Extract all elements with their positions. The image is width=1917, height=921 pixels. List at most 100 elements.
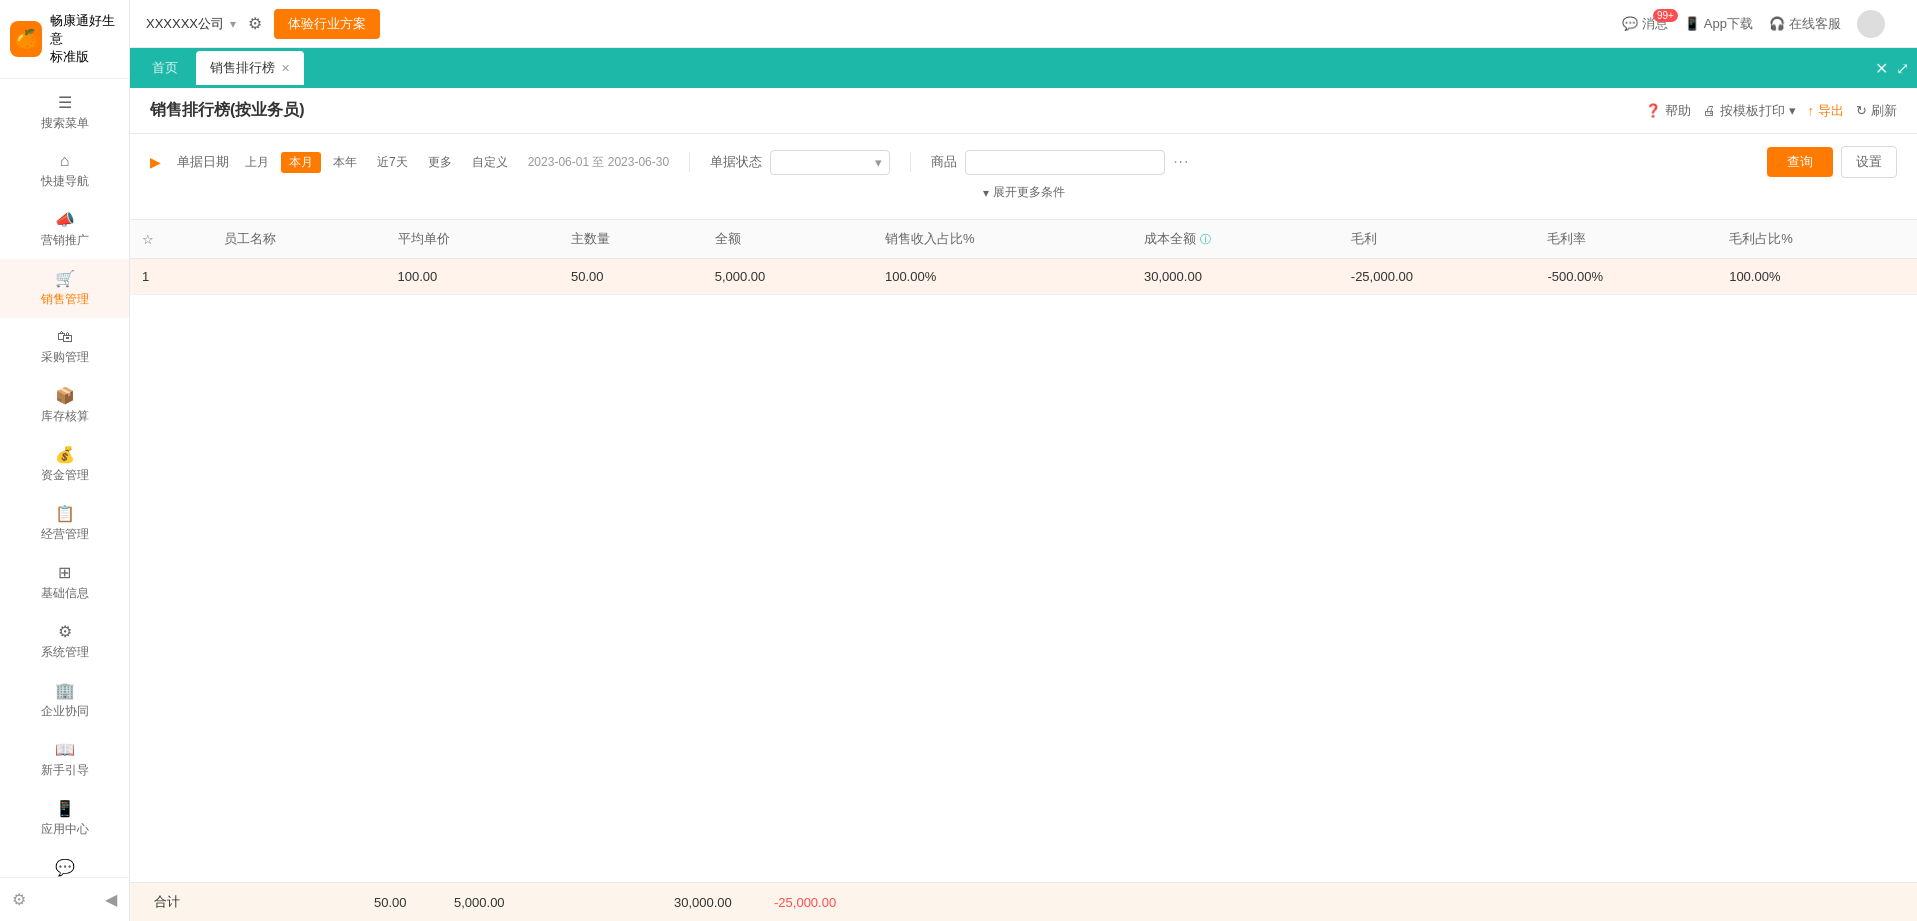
tab-sales-rank-label: 销售排行榜 [210, 59, 275, 77]
status-select[interactable] [770, 150, 890, 175]
cell-avg-price: 100.00 [386, 259, 559, 295]
sidebar-item-shortcut[interactable]: ⌂ 快捷导航 [0, 142, 129, 200]
print-chevron-icon: ▾ [1789, 103, 1796, 118]
footer-total: 5,000.00 [442, 895, 542, 910]
date-tabs: 上月 本月 本年 近7天 更多 自定义 [237, 152, 516, 173]
header-settings-icon[interactable]: ⚙ [248, 14, 262, 33]
tab-close-all-icon[interactable]: ✕ [1875, 59, 1888, 78]
purchase-icon: 🛍 [57, 328, 73, 346]
col-total: 全额 [703, 220, 873, 259]
cell-gross-rate: -500.00% [1535, 259, 1717, 295]
sidebar-item-search[interactable]: ☰ 搜索菜单 [0, 83, 129, 142]
cell-gross-pct: 100.00% [1717, 259, 1917, 295]
sidebar-item-marketing[interactable]: 📣 营销推广 [0, 200, 129, 259]
refresh-button[interactable]: ↻ 刷新 [1856, 102, 1897, 120]
footer-gross: -25,000.00 [762, 895, 862, 910]
date-tab-this-year[interactable]: 本年 [325, 152, 365, 173]
sidebar-item-apps[interactable]: 📱 应用中心 [0, 789, 129, 848]
table-footer: 合计 50.00 5,000.00 30,000.00 -25,000.00 [130, 882, 1917, 921]
page-content: 销售排行榜(按业务员) ❓ 帮助 🖨 按模板打印 ▾ ↑ 导出 ↻ 刷新 [130, 88, 1917, 921]
avatar[interactable] [1857, 10, 1885, 38]
print-button[interactable]: 🖨 按模板打印 ▾ [1703, 102, 1796, 120]
expand-down-icon: ▾ [983, 186, 989, 200]
header-right: 💬 消息 99+ 📱 App下载 🎧 在线客服 [1622, 10, 1901, 38]
sidebar-item-label: 基础信息 [41, 585, 89, 602]
page-header: 销售排行榜(按业务员) ❓ 帮助 🖨 按模板打印 ▾ ↑ 导出 ↻ 刷新 [130, 88, 1917, 134]
sidebar-item-label: 经营管理 [41, 526, 89, 543]
message-badge: 99+ [1653, 9, 1678, 22]
table-row: 1 100.00 50.00 5,000.00 100.00% 30,000.0… [130, 259, 1917, 295]
more-options-btn[interactable]: ··· [1173, 153, 1189, 171]
tab-sales-rank[interactable]: 销售排行榜 ✕ [196, 51, 304, 85]
cell-sales-pct: 100.00% [873, 259, 1132, 295]
mobile-icon: 📱 [1684, 16, 1700, 31]
logo-name: 畅康通好生意 [50, 12, 119, 48]
sidebar-item-operations[interactable]: 📋 经营管理 [0, 494, 129, 553]
sidebar-settings-btn[interactable]: ⚙ [12, 890, 26, 909]
print-icon: 🖨 [1703, 103, 1716, 118]
tab-home-label: 首页 [152, 59, 178, 77]
footer-cost: 30,000.00 [662, 895, 762, 910]
tab-expand-icon[interactable]: ⤢ [1896, 59, 1909, 78]
date-tab-7days[interactable]: 近7天 [369, 152, 416, 173]
apps-icon: 📱 [55, 799, 75, 818]
trial-button[interactable]: 体验行业方案 [274, 9, 380, 39]
sidebar-item-wechat[interactable]: 💬 企业微信 [0, 848, 129, 877]
logo-text: 畅康通好生意 标准版 [50, 12, 119, 66]
page-title: 销售排行榜(按业务员) [150, 100, 305, 121]
sidebar-item-purchase[interactable]: 🛍 采购管理 [0, 318, 129, 376]
sidebar-item-system[interactable]: ⚙ 系统管理 [0, 612, 129, 671]
date-range-display: 2023-06-01 至 2023-06-30 [528, 154, 669, 171]
expand-row: ▾ 展开更多条件 [150, 178, 1897, 207]
sidebar-item-basic[interactable]: ⊞ 基础信息 [0, 553, 129, 612]
col-qty: 主数量 [559, 220, 703, 259]
sidebar-item-finance[interactable]: 💰 资金管理 [0, 435, 129, 494]
col-rank: ☆ [130, 220, 212, 259]
sidebar-item-inventory[interactable]: 📦 库存核算 [0, 376, 129, 435]
col-cost: 成本全额 ⓘ [1132, 220, 1339, 259]
sidebar-item-enterprise[interactable]: 🏢 企业协同 [0, 671, 129, 730]
tab-home[interactable]: 首页 [138, 51, 192, 85]
sidebar-item-label: 销售管理 [41, 291, 89, 308]
sidebar-item-guide[interactable]: 📖 新手引导 [0, 730, 129, 789]
tab-close-icon[interactable]: ✕ [281, 62, 290, 75]
date-tab-custom[interactable]: 自定义 [464, 152, 516, 173]
footer-qty: 50.00 [362, 895, 442, 910]
company-name: XXXXXX公司 [146, 15, 224, 33]
help-button[interactable]: ❓ 帮助 [1645, 102, 1691, 120]
export-button[interactable]: ↑ 导出 [1808, 102, 1845, 120]
sidebar: 🍊 畅康通好生意 标准版 ☰ 搜索菜单 ⌂ 快捷导航 📣 营销推广 🛒 销售管理… [0, 0, 130, 921]
sidebar-item-label: 快捷导航 [41, 173, 89, 190]
filter-divider2 [910, 152, 911, 172]
tab-bar-right: ✕ ⤢ [1875, 59, 1909, 78]
table-scroll[interactable]: ☆ 员工名称 平均单价 主数量 全额 销售收入占比% 成本全额 ⓘ 毛利 毛利率… [130, 220, 1917, 882]
goods-filter: 商品 ··· [931, 150, 1189, 175]
page-actions: ❓ 帮助 🖨 按模板打印 ▾ ↑ 导出 ↻ 刷新 [1645, 102, 1898, 120]
filter-arrow-btn[interactable]: ▶ [150, 154, 161, 170]
filter-settings-button[interactable]: 设置 [1841, 146, 1897, 178]
company-select[interactable]: XXXXXX公司 ▾ [146, 15, 236, 33]
online-service-button[interactable]: 🎧 在线客服 [1769, 15, 1841, 33]
goods-input[interactable] [965, 150, 1165, 175]
date-tab-more[interactable]: 更多 [420, 152, 460, 173]
filter-area: ▶ 单据日期 上月 本月 本年 近7天 更多 自定义 2023-06-01 至 … [130, 134, 1917, 220]
sidebar-bottom: ⚙ ◀ [0, 877, 129, 921]
marketing-icon: 📣 [55, 210, 75, 229]
message-button[interactable]: 💬 消息 99+ [1622, 15, 1668, 33]
app-download-button[interactable]: 📱 App下载 [1684, 15, 1753, 33]
sidebar-collapse-btn[interactable]: ◀ [105, 890, 117, 909]
filter-row: ▶ 单据日期 上月 本月 本年 近7天 更多 自定义 2023-06-01 至 … [150, 146, 1897, 178]
cell-name [212, 259, 385, 295]
cell-cost: 30,000.00 [1132, 259, 1339, 295]
expand-more-btn[interactable]: ▾ 展开更多条件 [983, 184, 1065, 201]
query-button[interactable]: 查询 [1767, 147, 1833, 177]
col-gross: 毛利 [1339, 220, 1536, 259]
date-tab-this-month[interactable]: 本月 [281, 152, 321, 173]
sidebar-item-sales[interactable]: 🛒 销售管理 [0, 259, 129, 318]
search-menu-icon: ☰ [58, 93, 72, 112]
table-header-row: ☆ 员工名称 平均单价 主数量 全额 销售收入占比% 成本全额 ⓘ 毛利 毛利率… [130, 220, 1917, 259]
date-filter: 单据日期 上月 本月 本年 近7天 更多 自定义 2023-06-01 至 20… [177, 152, 669, 173]
date-tab-last-month[interactable]: 上月 [237, 152, 277, 173]
sidebar-item-label: 系统管理 [41, 644, 89, 661]
sales-icon: 🛒 [55, 269, 75, 288]
